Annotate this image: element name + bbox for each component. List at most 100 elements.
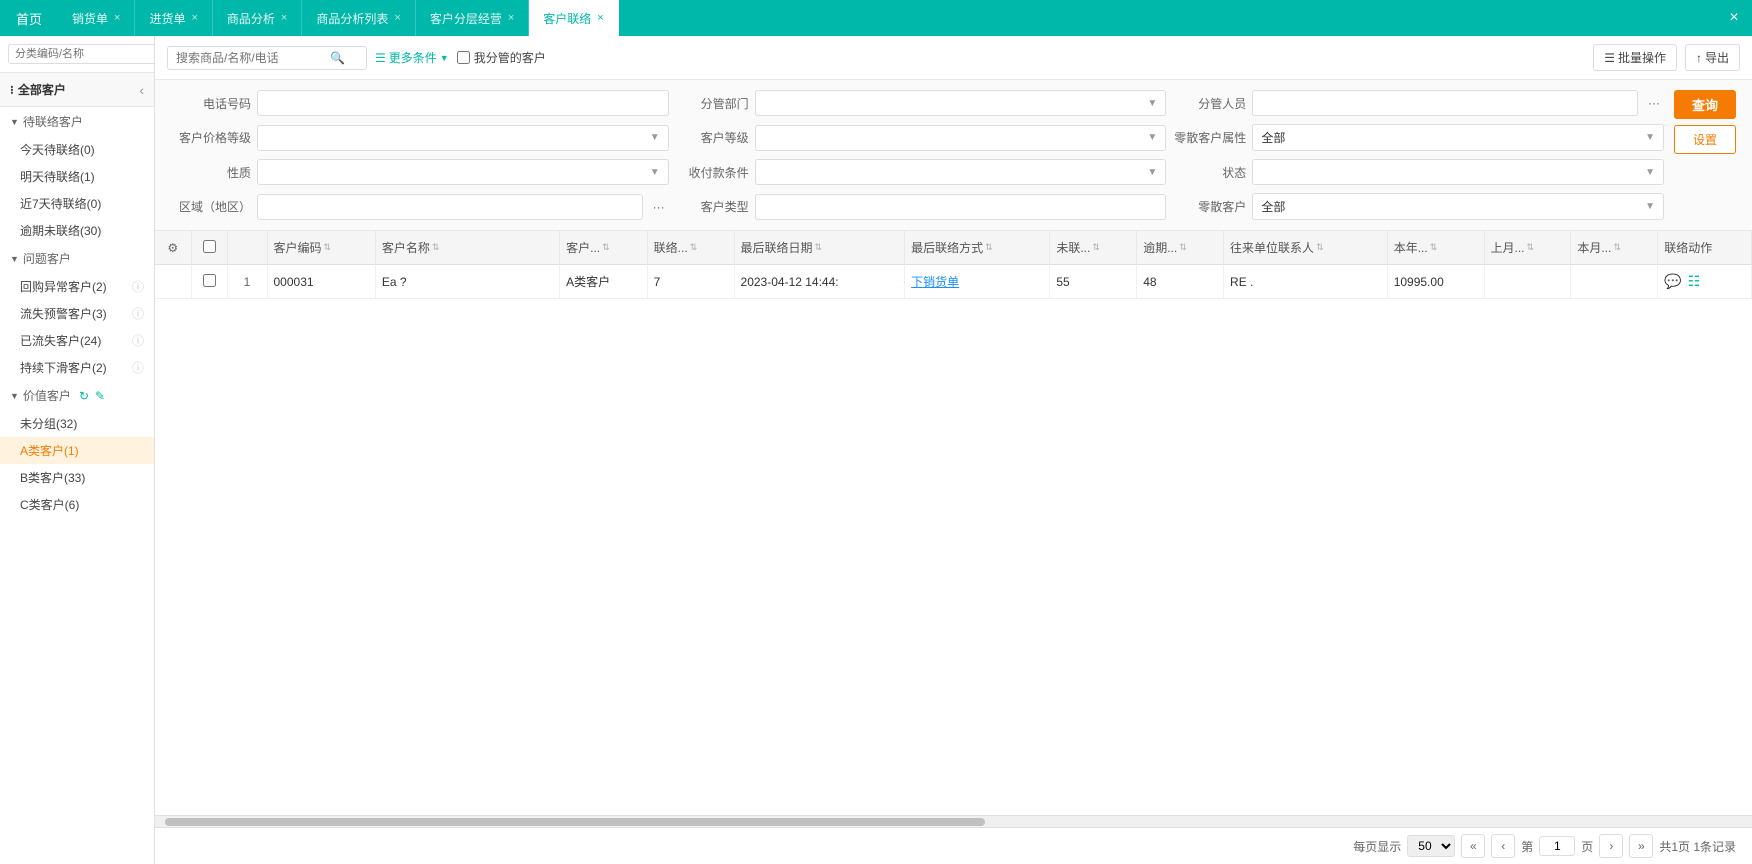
retail-attr-label: 零散客户属性 bbox=[1166, 129, 1246, 146]
sidebar-item-churn-warning[interactable]: 流失预警客户(3) ⓘ bbox=[0, 300, 154, 327]
filter-panel: 电话号码 分管部门 ▼ 分管人员 bbox=[155, 80, 1752, 231]
query-button[interactable]: 查询 bbox=[1674, 90, 1736, 119]
customer-level-select[interactable]: ▼ bbox=[755, 125, 1167, 151]
close-icon-2[interactable]: × bbox=[281, 12, 287, 24]
price-level-label: 客户价格等级 bbox=[171, 129, 251, 146]
region-input[interactable] bbox=[257, 194, 643, 220]
filter-cell-retail-attr: 零散客户属性 全部 ▼ bbox=[1166, 124, 1664, 151]
person-ellipsis-button[interactable]: ··· bbox=[1644, 96, 1664, 110]
filter-search-icon[interactable]: 🔍 bbox=[330, 51, 345, 65]
chat-icon[interactable]: 💬 bbox=[1664, 273, 1681, 290]
close-icon-4[interactable]: × bbox=[508, 12, 514, 24]
close-icon-1[interactable]: × bbox=[191, 12, 197, 24]
col-level-header[interactable]: 客户...⇅ bbox=[560, 231, 648, 265]
nav-tab-4[interactable]: 客户分层经营 × bbox=[416, 0, 529, 36]
close-icon-5[interactable]: × bbox=[597, 12, 603, 24]
col-gear-header[interactable]: ⚙ bbox=[155, 231, 191, 265]
scroll-thumb[interactable] bbox=[165, 818, 985, 826]
status-select[interactable]: ▼ bbox=[1252, 159, 1664, 185]
row-last-date: 2023-04-12 14:44: bbox=[734, 265, 905, 299]
sidebar-item-declining[interactable]: 持续下滑客户(2) ⓘ bbox=[0, 354, 154, 381]
nav-tab-3[interactable]: 商品分析列表 × bbox=[302, 0, 415, 36]
sidebar-item-churned[interactable]: 已流失客户(24) ⓘ bbox=[0, 327, 154, 354]
payment-select[interactable]: ▼ bbox=[755, 159, 1167, 185]
my-customers-checkbox[interactable]: 我分管的客户 bbox=[457, 49, 546, 66]
nav-tab-2[interactable]: 商品分析 × bbox=[213, 0, 302, 36]
sidebar-section-problem[interactable]: ▼ 问题客户 bbox=[0, 244, 154, 273]
sidebar-item-tomorrow[interactable]: 明天待联络(1) bbox=[0, 163, 154, 190]
phone-input[interactable] bbox=[257, 90, 669, 116]
refresh-icon[interactable]: ↻ bbox=[79, 389, 89, 403]
filter-cell-retail: 零散客户 全部 ▼ bbox=[1166, 193, 1664, 220]
col-code-header[interactable]: 客户编码⇅ bbox=[267, 231, 375, 265]
sidebar-item-overdue[interactable]: 逾期未联络(30) bbox=[0, 217, 154, 244]
gear-icon[interactable]: ⚙ bbox=[167, 241, 178, 255]
sidebar-all-customers-label: ⁝ 全部客户 bbox=[10, 81, 66, 98]
export-button[interactable]: ↑ 导出 bbox=[1685, 44, 1740, 71]
batch-operation-button[interactable]: ☰ 批量操作 bbox=[1593, 44, 1677, 71]
edit-icon[interactable]: ✎ bbox=[95, 389, 105, 403]
close-icon-0[interactable]: × bbox=[114, 12, 120, 24]
region-ellipsis-button[interactable]: ··· bbox=[649, 200, 669, 214]
dept-select[interactable]: ▼ bbox=[755, 90, 1167, 116]
my-customers-check[interactable] bbox=[457, 51, 470, 64]
grid-action-icon[interactable]: ☷ bbox=[1688, 273, 1701, 290]
nav-close-button[interactable]: × bbox=[1716, 0, 1752, 36]
chevron-down-icon-retail: ▼ bbox=[1645, 132, 1655, 143]
first-page-button[interactable]: « bbox=[1461, 834, 1485, 858]
sort-icon-count: ⇅ bbox=[690, 242, 698, 253]
row-select-checkbox[interactable] bbox=[203, 274, 216, 287]
price-level-select[interactable]: ▼ bbox=[257, 125, 669, 151]
sidebar-collapse-button[interactable]: ‹ bbox=[139, 82, 144, 98]
col-contact-count-header[interactable]: 联络...⇅ bbox=[647, 231, 734, 265]
col-last-month-header[interactable]: 上月...⇅ bbox=[1484, 231, 1571, 265]
page-number-input[interactable] bbox=[1539, 836, 1575, 856]
person-input[interactable] bbox=[1252, 90, 1638, 116]
col-this-month-header[interactable]: 本月...⇅ bbox=[1571, 231, 1658, 265]
col-overdue-header[interactable]: 逾期...⇅ bbox=[1137, 231, 1224, 265]
row-last-method: 下销货单 bbox=[905, 265, 1050, 299]
select-all-checkbox[interactable] bbox=[203, 240, 216, 253]
last-method-link[interactable]: 下销货单 bbox=[911, 275, 959, 289]
sidebar-item-today[interactable]: 今天待联络(0) bbox=[0, 136, 154, 163]
filter-actions: 查询 设置 bbox=[1664, 90, 1736, 220]
prev-page-button[interactable]: ‹ bbox=[1491, 834, 1515, 858]
batch-icon: ☰ bbox=[1604, 51, 1615, 65]
filter-search-input[interactable] bbox=[176, 51, 326, 65]
col-uncontacted-header[interactable]: 未联...⇅ bbox=[1050, 231, 1137, 265]
sidebar-section-value[interactable]: ▼ 价值客户 ↻ ✎ bbox=[0, 381, 154, 410]
sidebar-item-7days[interactable]: 近7天待联络(0) bbox=[0, 190, 154, 217]
nature-select[interactable]: ▼ bbox=[257, 159, 669, 185]
sidebar-item-class-c[interactable]: C类客户(6) bbox=[0, 491, 154, 518]
sidebar-section-pending[interactable]: ▼ 待联络客户 bbox=[0, 107, 154, 136]
sidebar-item-repurchase[interactable]: 回购异常客户(2) ⓘ bbox=[0, 273, 154, 300]
nav-tab-0[interactable]: 销货单 × bbox=[58, 0, 135, 36]
retail-select[interactable]: 全部 ▼ bbox=[1252, 193, 1664, 220]
retail-attr-select[interactable]: 全部 ▼ bbox=[1252, 124, 1664, 151]
nav-tab-1[interactable]: 进货单 × bbox=[135, 0, 212, 36]
last-page-button[interactable]: » bbox=[1629, 834, 1653, 858]
per-page-select[interactable]: 50 bbox=[1407, 835, 1455, 857]
nav-home[interactable]: 首页 bbox=[0, 0, 58, 36]
nav-tab-label-1: 进货单 bbox=[149, 10, 185, 27]
col-last-date-header[interactable]: 最后联络日期⇅ bbox=[734, 231, 905, 265]
table-header-row: ⚙ 客户编码⇅ 客户名称⇅ 客户...⇅ bbox=[155, 231, 1752, 265]
sidebar-item-ungrouped[interactable]: 未分组(32) bbox=[0, 410, 154, 437]
col-contact-person-header[interactable]: 往来单位联系人⇅ bbox=[1224, 231, 1388, 265]
close-icon-3[interactable]: × bbox=[394, 12, 400, 24]
setting-button[interactable]: 设置 bbox=[1674, 125, 1736, 154]
nav-tab-5[interactable]: 客户联络 × bbox=[529, 0, 618, 36]
horizontal-scrollbar[interactable] bbox=[155, 815, 1752, 827]
filter-more-button[interactable]: ☰ 更多条件 ▼ bbox=[375, 49, 449, 66]
sidebar-search-input[interactable] bbox=[8, 44, 155, 64]
sidebar-item-class-a[interactable]: A类客户(1) bbox=[0, 437, 154, 464]
sort-icon-code: ⇅ bbox=[324, 242, 332, 253]
col-this-year-header[interactable]: 本年...⇅ bbox=[1387, 231, 1484, 265]
col-name-header[interactable]: 客户名称⇅ bbox=[375, 231, 559, 265]
next-page-button[interactable]: › bbox=[1599, 834, 1623, 858]
sidebar-item-class-b[interactable]: B类客户(33) bbox=[0, 464, 154, 491]
col-last-method-header[interactable]: 最后联络方式⇅ bbox=[905, 231, 1050, 265]
chevron-down-icon-price: ▼ bbox=[650, 132, 660, 143]
type-input[interactable] bbox=[755, 194, 1167, 220]
filter-row-1: 电话号码 分管部门 ▼ 分管人员 bbox=[171, 90, 1664, 116]
